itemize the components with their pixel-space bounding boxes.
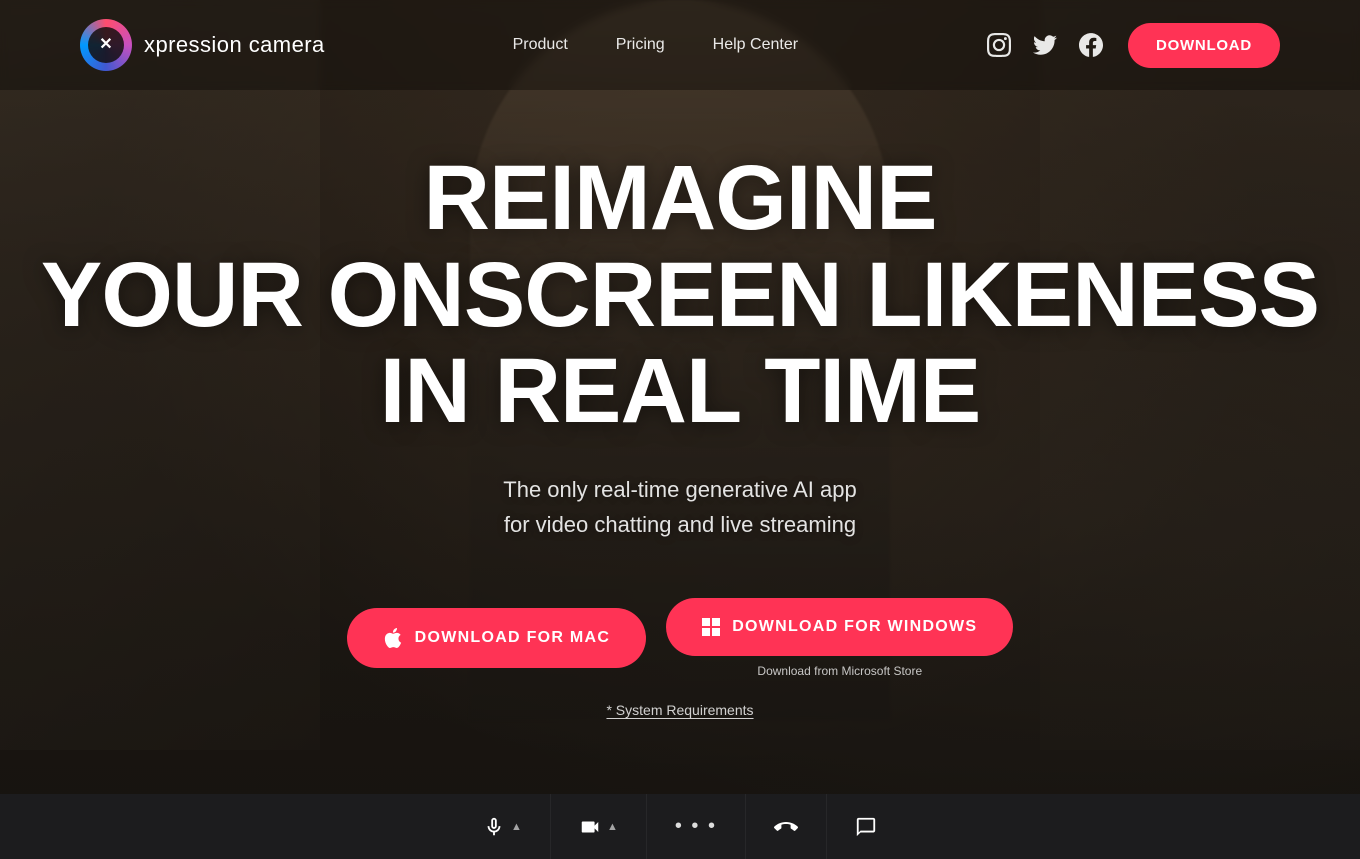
- download-mac-button[interactable]: DOWNLOAD FOR MAC: [347, 608, 647, 668]
- twitter-icon[interactable]: [1032, 32, 1058, 58]
- camera-toolbar-item[interactable]: ▲: [551, 794, 647, 859]
- chat-toolbar-item[interactable]: [827, 794, 905, 859]
- end-call-toolbar-item[interactable]: [746, 794, 827, 859]
- camera-chevron: ▲: [607, 821, 618, 833]
- more-options-toolbar-item[interactable]: • • •: [647, 794, 746, 859]
- facebook-icon[interactable]: [1078, 32, 1104, 58]
- hero-cta-buttons: DOWNLOAD FOR MAC DOWNLOAD FOR WINDOWS Do…: [347, 598, 1014, 678]
- nav-item-help[interactable]: Help Center: [713, 36, 798, 54]
- bottom-toolbar: ▲ ▲ • • •: [0, 794, 1360, 859]
- nav-right-section: DOWNLOAD: [986, 23, 1280, 68]
- chat-icon: [855, 816, 877, 838]
- nav-link-pricing[interactable]: Pricing: [616, 36, 665, 53]
- instagram-icon[interactable]: [986, 32, 1012, 58]
- logo-link[interactable]: ✕ xpression camera: [80, 19, 325, 71]
- nav-item-product[interactable]: Product: [513, 36, 568, 54]
- logo-x-mark: ✕: [99, 37, 112, 53]
- more-options-icon: • • •: [675, 815, 717, 838]
- social-icons-group: [986, 32, 1104, 58]
- download-nav-button[interactable]: DOWNLOAD: [1128, 23, 1280, 68]
- nav-link-help[interactable]: Help Center: [713, 36, 798, 53]
- download-windows-button[interactable]: DOWNLOAD FOR WINDOWS: [666, 598, 1013, 656]
- logo-text: xpression camera: [144, 32, 325, 58]
- windows-subtext: Download from Microsoft Store: [757, 664, 922, 678]
- microphone-icon: [483, 816, 505, 838]
- end-call-icon: [774, 815, 798, 839]
- logo-circle-icon: ✕: [80, 19, 132, 71]
- apple-icon: [383, 628, 403, 648]
- camera-icon: [579, 816, 601, 838]
- windows-icon: [702, 618, 720, 636]
- microphone-chevron: ▲: [511, 821, 522, 833]
- nav-link-product[interactable]: Product: [513, 36, 568, 53]
- hero-section: REIMAGINE YOUR ONSCREEN LIKENESS IN REAL…: [0, 90, 1360, 718]
- hero-title: REIMAGINE YOUR ONSCREEN LIKENESS IN REAL…: [41, 150, 1319, 440]
- navbar: ✕ xpression camera Product Pricing Help …: [0, 0, 1360, 90]
- system-requirements-link[interactable]: * System Requirements: [606, 702, 753, 718]
- windows-button-wrapper: DOWNLOAD FOR WINDOWS Download from Micro…: [666, 598, 1013, 678]
- nav-item-pricing[interactable]: Pricing: [616, 36, 665, 54]
- nav-links: Product Pricing Help Center: [513, 36, 798, 54]
- microphone-toolbar-item[interactable]: ▲: [455, 794, 551, 859]
- hero-subtitle: The only real-time generative AI app for…: [503, 472, 856, 542]
